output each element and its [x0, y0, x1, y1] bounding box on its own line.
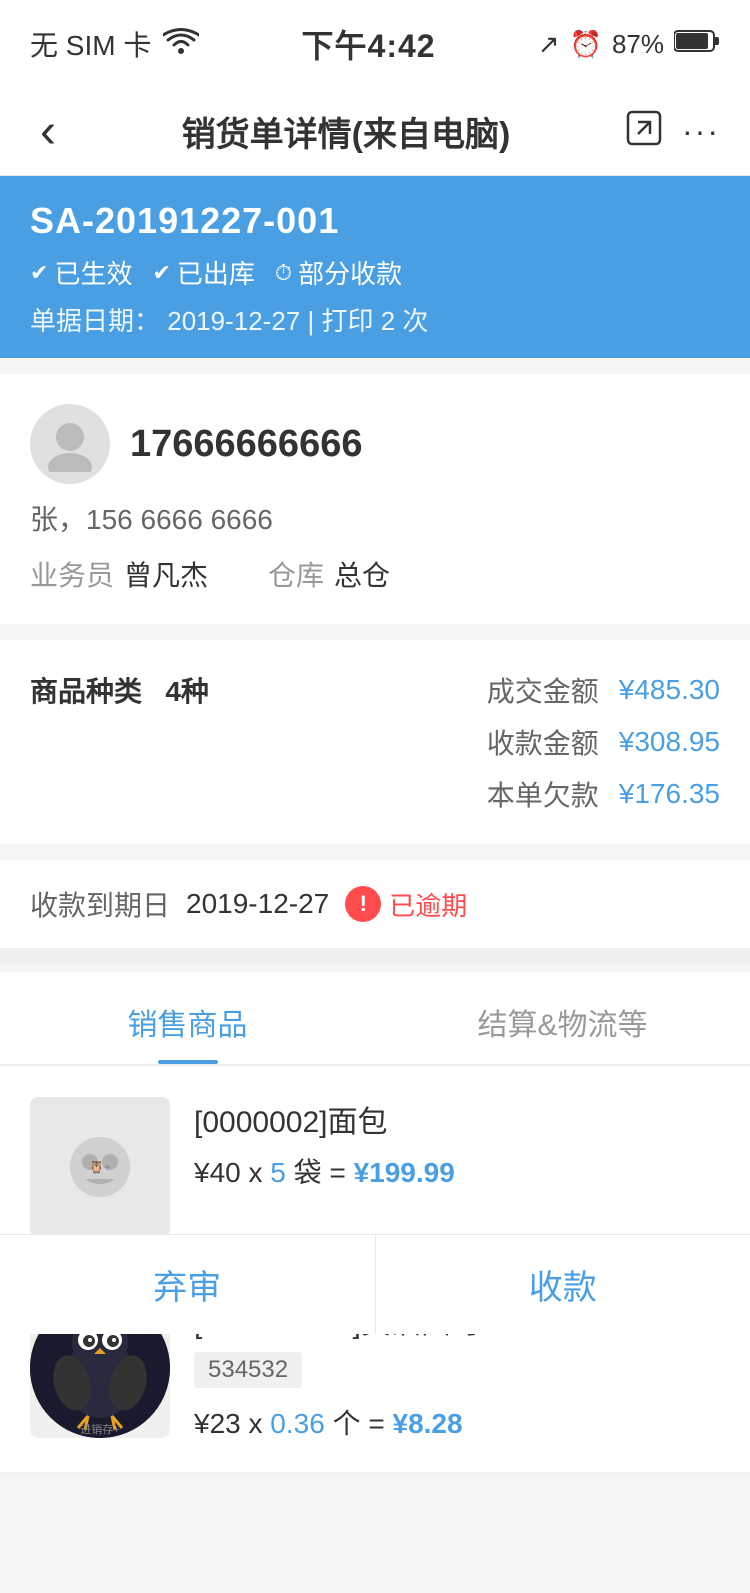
debt-value: ¥176.35 — [619, 778, 720, 810]
more-icon[interactable]: ··· — [682, 113, 720, 150]
product-price-bread: ¥40 x 5 袋 = ¥199.99 — [194, 1151, 720, 1191]
tag-effective: ✔ 已生效 — [30, 254, 132, 291]
warehouse-name: 总仓 — [334, 554, 390, 594]
warehouse-label: 仓库 — [268, 554, 324, 594]
stats-right: 成交金额 ¥485.30 收款金额 ¥308.95 本单欠款 ¥176.35 — [487, 670, 720, 814]
export-icon[interactable] — [626, 110, 662, 154]
check-icon-2: ✔ — [152, 260, 170, 286]
tab-sales-products[interactable]: 销售商品 — [0, 972, 375, 1064]
battery-icon — [674, 28, 720, 61]
customer-section: 17666666666 张，156 6666 6666 业务员 曾凡杰 仓库 总… — [0, 374, 750, 624]
back-button[interactable]: ‹ — [30, 94, 66, 169]
stats-section: 商品种类 4种 成交金额 ¥485.30 收款金额 ¥308.95 本单欠款 ¥… — [0, 640, 750, 844]
deal-amount-row: 成交金额 ¥485.30 — [487, 670, 720, 710]
collected-label: 收款金额 — [487, 722, 599, 762]
cancel-button[interactable]: 弃审 — [0, 1235, 376, 1334]
product-total-cookie: ¥8.28 — [393, 1408, 463, 1439]
sales-label: 业务员 — [30, 554, 114, 594]
tag-shipped: ✔ 已出库 — [152, 254, 254, 291]
page-title: 销货单详情(来自电脑) — [182, 107, 511, 156]
warehouse-info: 仓库 总仓 — [268, 554, 390, 594]
due-date: 2019-12-27 — [186, 888, 329, 920]
nav-actions: ··· — [626, 110, 720, 154]
collected-row: 收款金额 ¥308.95 — [487, 722, 720, 762]
avatar — [30, 404, 110, 484]
deal-amount-value: ¥485.30 — [619, 674, 720, 706]
status-bar: 无 SIM 卡 下午4:42 ↗ ⏰ 87% — [0, 0, 750, 88]
status-time: 下午4:42 — [302, 21, 436, 67]
customer-top: 17666666666 — [30, 404, 720, 484]
overdue-icon: ! — [345, 886, 381, 922]
order-id: SA-20191227-001 — [30, 200, 720, 242]
location-icon: ↗ — [538, 29, 560, 60]
product-thumbnail-bread: 🦉+ — [30, 1097, 170, 1237]
debt-label: 本单欠款 — [487, 774, 599, 814]
check-icon-1: ✔ — [30, 260, 48, 286]
overdue-badge: ! 已逾期 — [345, 886, 467, 923]
blue-banner: SA-20191227-001 ✔ 已生效 ✔ 已出库 ⏱ 部分收款 单据日期：… — [0, 176, 750, 358]
sales-info: 业务员 曾凡杰 — [30, 554, 208, 594]
bottom-spacer — [0, 1473, 750, 1593]
battery-text: 87% — [612, 29, 664, 60]
clock-icon: ⏱ — [275, 260, 292, 286]
alarm-icon: ⏰ — [570, 29, 602, 60]
product-quantity-bread: 5 — [270, 1157, 286, 1188]
product-price-cookie: ¥23 x 0.36 个 = ¥8.28 — [194, 1402, 720, 1442]
customer-meta: 业务员 曾凡杰 仓库 总仓 — [30, 554, 720, 594]
nav-bar: ‹ 销货单详情(来自电脑) ··· — [0, 88, 750, 176]
customer-phone: 17666666666 — [130, 423, 362, 466]
stats-left: 商品种类 4种 — [30, 670, 209, 710]
due-section: 收款到期日 2019-12-27 ! 已逾期 — [0, 860, 750, 948]
tab-settlement-logistics[interactable]: 结算&物流等 — [375, 972, 750, 1064]
tabs: 销售商品 结算&物流等 — [0, 972, 750, 1065]
banner-date-info: 单据日期： 2019-12-27 | 打印 2 次 — [30, 301, 720, 338]
deal-amount-label: 成交金额 — [487, 670, 599, 710]
svg-text:🦉+: 🦉+ — [89, 1160, 111, 1174]
product-info-bread: [0000002]面包 ¥40 x 5 袋 = ¥199.99 — [194, 1097, 720, 1191]
status-right: ↗ ⏰ 87% — [538, 28, 720, 61]
divider — [0, 948, 750, 964]
sales-name: 曾凡杰 — [124, 554, 208, 594]
product-kinds: 商品种类 4种 — [30, 670, 209, 710]
product-total-bread: ¥199.99 — [354, 1157, 455, 1188]
product-name-bread: [0000002]面包 — [194, 1097, 720, 1141]
banner-tags: ✔ 已生效 ✔ 已出库 ⏱ 部分收款 — [30, 254, 720, 291]
customer-name: 张，156 6666 6666 — [30, 498, 720, 538]
wifi-icon — [163, 28, 199, 61]
product-quantity-cookie: 0.36 — [270, 1408, 325, 1439]
status-left: 无 SIM 卡 — [30, 24, 199, 64]
collect-button[interactable]: 收款 — [376, 1235, 750, 1334]
tag-partial-payment: ⏱ 部分收款 — [275, 254, 402, 291]
carrier-text: 无 SIM 卡 — [30, 24, 151, 64]
debt-row: 本单欠款 ¥176.35 — [487, 774, 720, 814]
collected-value: ¥308.95 — [619, 726, 720, 758]
due-label: 收款到期日 — [30, 884, 170, 924]
bottom-bar: 弃审 收款 — [0, 1234, 750, 1334]
product-badge-cookie: 534532 — [194, 1352, 302, 1388]
svg-text:进销存+: 进销存+ — [80, 1422, 119, 1436]
